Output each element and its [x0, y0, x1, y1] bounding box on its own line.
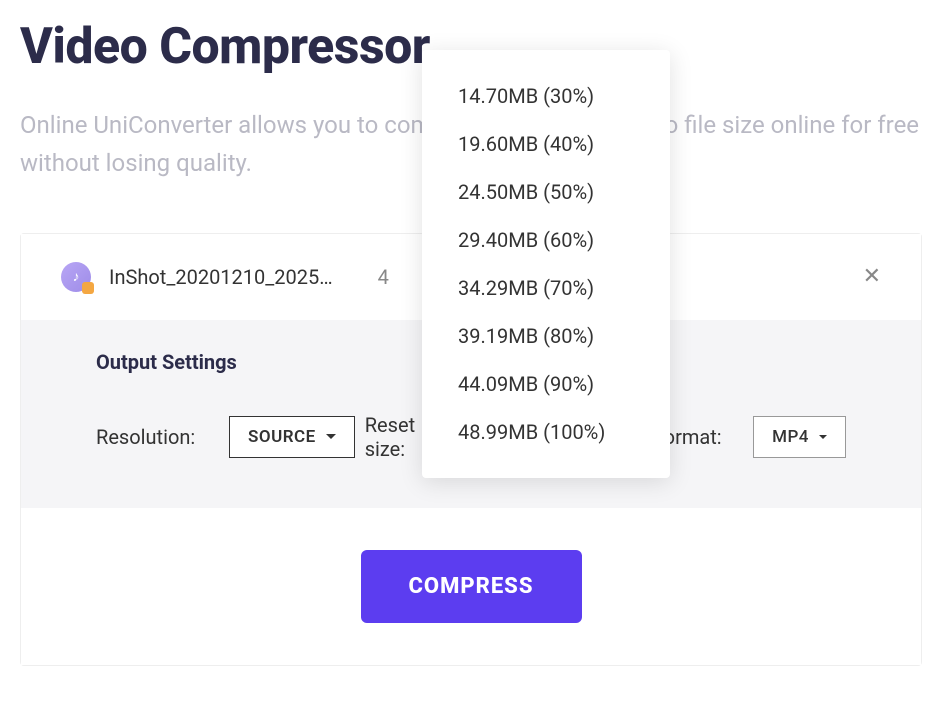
size-option[interactable]: 48.99MB (100%) [422, 408, 670, 456]
resolution-select[interactable]: SOURCE [229, 416, 355, 458]
remove-file-button[interactable]: ✕ [863, 264, 881, 289]
size-dropdown-menu: 14.70MB (30%) 19.60MB (40%) 24.50MB (50%… [422, 50, 670, 478]
chevron-down-icon [326, 434, 336, 439]
size-option[interactable]: 19.60MB (40%) [422, 120, 670, 168]
video-file-icon [61, 262, 91, 292]
compress-section: COMPRESS [21, 508, 921, 665]
size-option[interactable]: 29.40MB (60%) [422, 216, 670, 264]
size-option[interactable]: 24.50MB (50%) [422, 168, 670, 216]
size-option[interactable]: 44.09MB (90%) [422, 360, 670, 408]
file-size: 4 [378, 265, 389, 289]
chevron-down-icon [819, 435, 827, 439]
file-name: InShot_20201210_2025… [109, 265, 333, 289]
size-option[interactable]: 14.70MB (30%) [422, 72, 670, 120]
size-option[interactable]: 39.19MB (80%) [422, 312, 670, 360]
format-select[interactable]: MP4 [753, 416, 846, 458]
reset-size-label: Reset size: [365, 413, 415, 461]
resolution-value: SOURCE [248, 427, 316, 447]
format-value: MP4 [772, 427, 809, 447]
resolution-label: Resolution: [96, 425, 195, 449]
compress-button[interactable]: COMPRESS [361, 550, 582, 623]
size-option[interactable]: 34.29MB (70%) [422, 264, 670, 312]
